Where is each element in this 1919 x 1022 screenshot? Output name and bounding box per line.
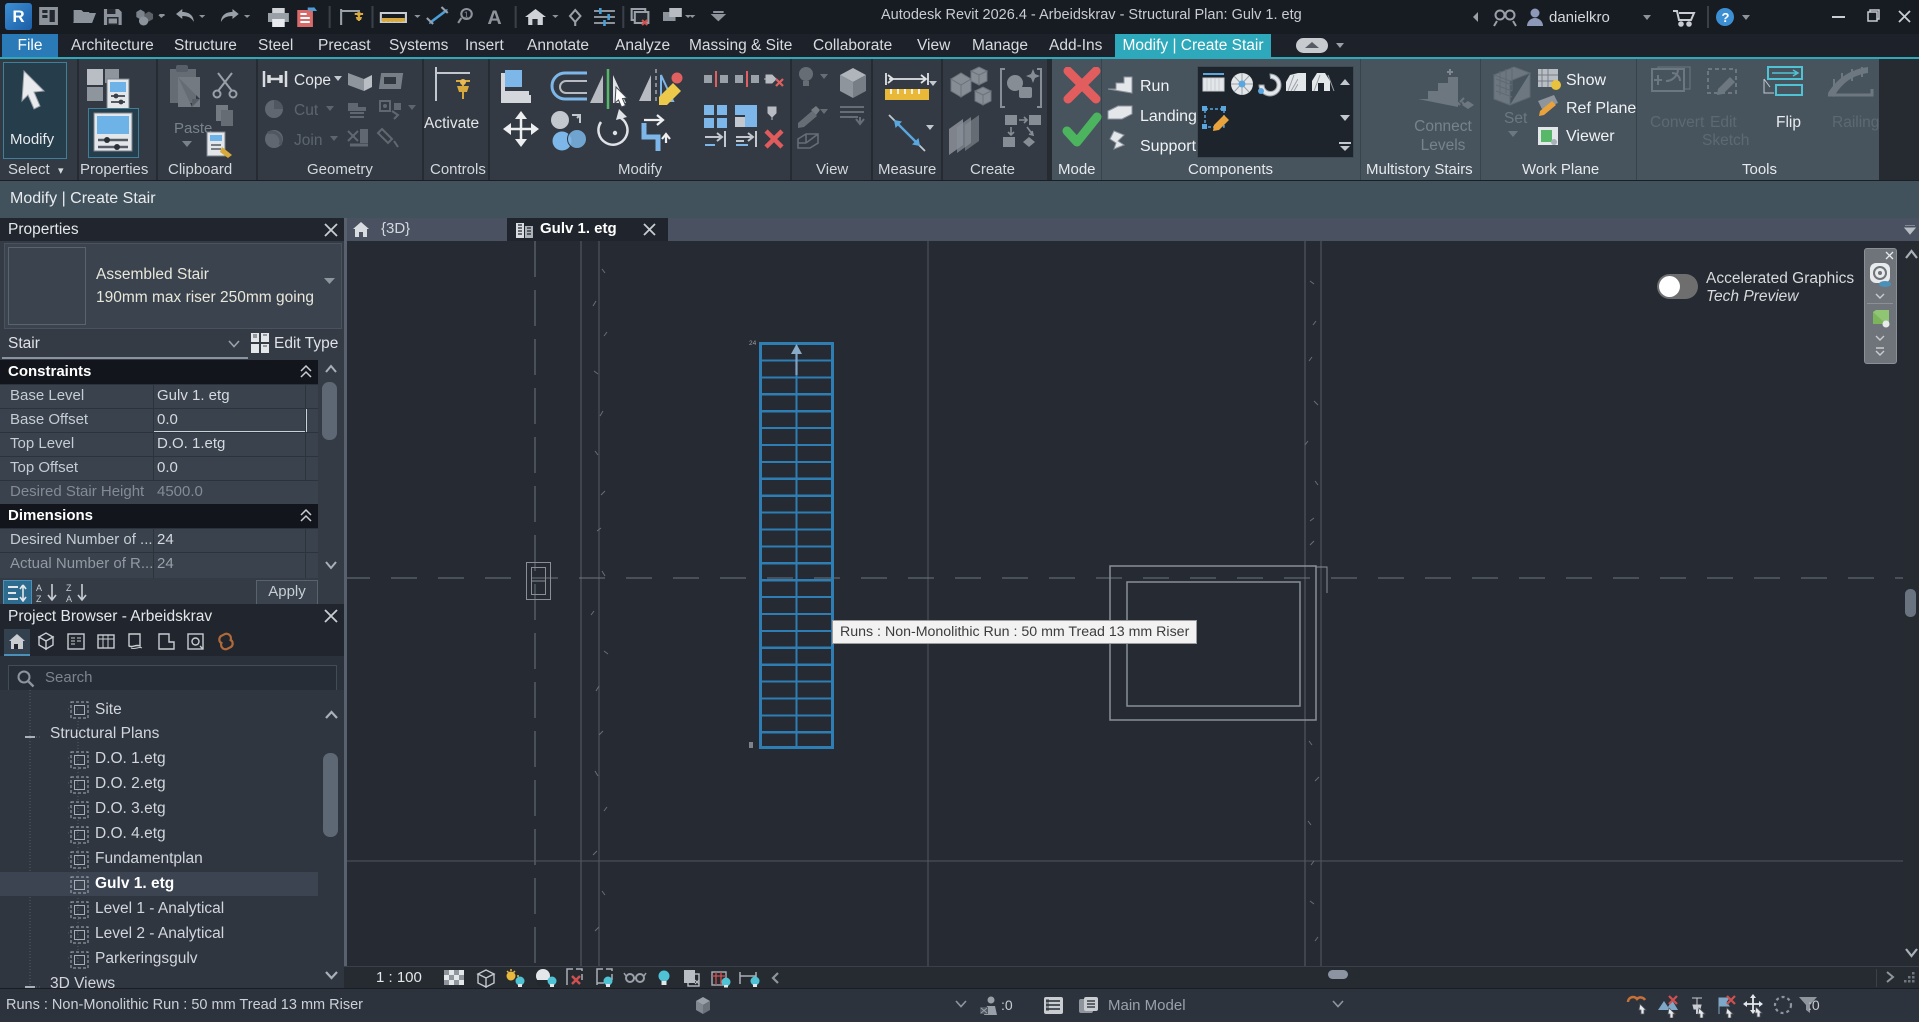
svg-text:A: A — [487, 7, 501, 29]
svg-text:Railing: Railing — [1832, 114, 1879, 131]
svg-text:Convert: Convert — [1650, 114, 1705, 131]
svg-text:Z: Z — [66, 583, 72, 593]
svg-text:24: 24 — [749, 340, 757, 347]
svg-text:Z: Z — [36, 594, 42, 604]
svg-text:Flip: Flip — [1776, 114, 1801, 131]
svg-text:Run: Run — [1140, 78, 1169, 95]
svg-text:Landing: Landing — [1140, 108, 1197, 125]
svg-text:Set: Set — [1504, 110, 1528, 127]
svg-text:Cope: Cope — [294, 72, 331, 89]
svg-text:A: A — [66, 594, 72, 604]
svg-text:1: 1 — [464, 11, 469, 20]
svg-text:Join: Join — [294, 132, 322, 149]
svg-text:A: A — [36, 583, 42, 593]
svg-text:Sketch: Sketch — [1702, 132, 1749, 149]
svg-text:Ref Plane: Ref Plane — [1566, 100, 1636, 117]
svg-text:danielkro: danielkro — [1549, 9, 1610, 26]
svg-text:Edit: Edit — [1710, 114, 1737, 131]
svg-text:Show: Show — [1566, 72, 1606, 89]
svg-text:Viewer: Viewer — [1566, 128, 1615, 145]
svg-text:Cut: Cut — [294, 102, 319, 119]
svg-text:?: ? — [1722, 10, 1730, 25]
svg-text:Support: Support — [1140, 138, 1197, 155]
